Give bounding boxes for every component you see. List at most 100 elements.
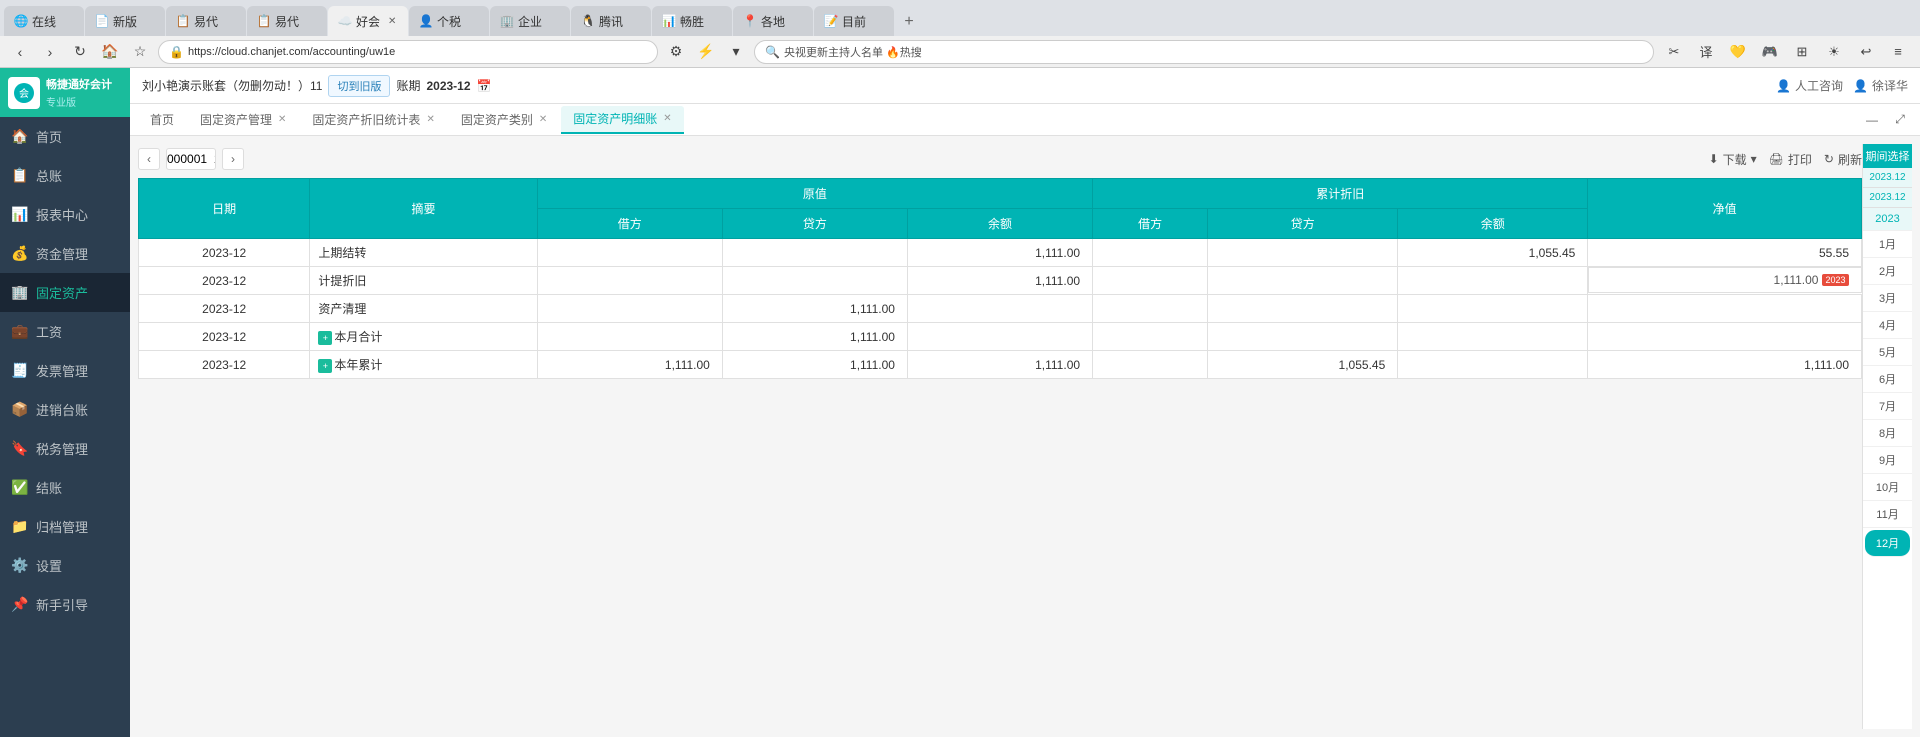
extension-icon[interactable]: ⚙ (664, 40, 688, 64)
period-month-1[interactable]: 1月 (1863, 231, 1912, 258)
table-row: 2023-12 +本年累计 1,111.00 1,111.00 1,111.00… (139, 351, 1862, 379)
minimize-tab-button[interactable]: — (1860, 108, 1884, 132)
sidebar-item-close-period[interactable]: ✅ 结账 (0, 468, 130, 507)
row1-accum-debit (1093, 239, 1208, 267)
invoice-icon: 🧾 (12, 363, 28, 379)
sidebar-item-guide[interactable]: 📌 新手引导 (0, 585, 130, 624)
sidebar-item-home[interactable]: 🏠 首页 (0, 117, 130, 156)
sidebar-item-reports[interactable]: 📊 报表中心 (0, 195, 130, 234)
th-accum-credit: 贷方 (1208, 209, 1398, 239)
tab-icon-muqian: 📝 (824, 14, 838, 28)
table-row: 2023-12 +本月合计 1,111.00 (139, 323, 1862, 351)
sidebar-item-settings[interactable]: ⚙️ 设置 (0, 546, 130, 585)
sidebar-item-payroll[interactable]: 💼 工资 (0, 312, 130, 351)
tab-close-fixed-mgmt[interactable]: ✕ (278, 114, 286, 125)
user-info[interactable]: 👤 徐译华 (1853, 77, 1908, 94)
tab-icon-new: 📄 (95, 14, 109, 28)
menu-icon[interactable]: ≡ (1884, 38, 1912, 66)
tab-close-detail[interactable]: ✕ (663, 113, 671, 124)
next-page-button[interactable]: › (222, 148, 244, 170)
browser-tab-yidai2[interactable]: 📋 易代 (247, 6, 327, 36)
period-month-6[interactable]: 6月 (1863, 366, 1912, 393)
back-button[interactable]: ‹ (8, 40, 32, 64)
table-row: 2023-12 计提折旧 1,111.00 1,111.00 2023 (139, 267, 1862, 295)
tab-fixed-assets-depreciation[interactable]: 固定资产折旧统计表 ✕ (300, 106, 446, 134)
period-month-11[interactable]: 11月 (1863, 501, 1912, 528)
sidebar-item-general-ledger[interactable]: 📋 总账 (0, 156, 130, 195)
sidebar-item-funds[interactable]: 💰 资金管理 (0, 234, 130, 273)
forward-button[interactable]: › (38, 40, 62, 64)
tab-home[interactable]: 首页 (138, 106, 186, 134)
sidebar-item-purchase-sales[interactable]: 📦 进销台账 (0, 390, 130, 429)
browser-tab-new[interactable]: 📄 新版 (85, 6, 165, 36)
translate-icon[interactable]: 译 (1692, 38, 1720, 66)
period-month-7[interactable]: 7月 (1863, 393, 1912, 420)
browser-tab-online[interactable]: 🌐 在线 (4, 6, 84, 36)
period-month-5[interactable]: 5月 (1863, 339, 1912, 366)
browser-tab-yidai1[interactable]: 📋 易代 (166, 6, 246, 36)
period-value: 2023-12 (426, 79, 470, 93)
game-icon[interactable]: 🎮 (1756, 38, 1784, 66)
tab-fixed-assets-detail[interactable]: 固定资产明细账 ✕ (561, 106, 683, 134)
refresh-icon: ↻ (1824, 152, 1834, 166)
undo-icon[interactable]: ↩ (1852, 38, 1880, 66)
sun-icon[interactable]: ☀ (1820, 38, 1848, 66)
wallet-icon[interactable]: 💛 (1724, 38, 1752, 66)
sidebar-item-archive[interactable]: 📁 归档管理 (0, 507, 130, 546)
grid-icon[interactable]: ⊞ (1788, 38, 1816, 66)
period-month-3[interactable]: 3月 (1863, 285, 1912, 312)
download-button[interactable]: ⬇ 下载 ▾ (1709, 151, 1757, 168)
tab-close-depreciation[interactable]: ✕ (426, 114, 434, 125)
browser-tab-gedi[interactable]: 📍 各地 (733, 6, 813, 36)
maximize-tab-button[interactable]: ⤢ (1888, 108, 1912, 132)
flash-icon[interactable]: ⚡ (694, 40, 718, 64)
tab-fixed-assets-mgmt[interactable]: 固定资产管理 ✕ (188, 106, 298, 134)
browser-tab-chang[interactable]: 📊 畅胜 (652, 6, 732, 36)
prev-page-button[interactable]: ‹ (138, 148, 160, 170)
logo-icon: 会 (8, 77, 40, 109)
period-month-2[interactable]: 2月 (1863, 258, 1912, 285)
th-accum-debit: 借方 (1093, 209, 1208, 239)
switch-version-button[interactable]: 切到旧版 (328, 75, 390, 97)
sidebar-item-fixed-assets[interactable]: 🏢 固定资产 (0, 273, 130, 312)
sidebar-item-invoice[interactable]: 🧾 发票管理 (0, 351, 130, 390)
bookmark-button[interactable]: ☆ (128, 40, 152, 64)
reload-button[interactable]: ↻ (68, 40, 92, 64)
row5-accum-balance (1398, 351, 1588, 379)
refresh-button[interactable]: ↻ 刷新 (1824, 151, 1862, 168)
sidebar-item-tax[interactable]: 🔖 税务管理 (0, 429, 130, 468)
tab-actions: — ⤢ (1860, 108, 1912, 132)
row1-orig-credit (722, 239, 907, 267)
tab-fixed-assets-category[interactable]: 固定资产类别 ✕ (449, 106, 559, 134)
period-month-9[interactable]: 9月 (1863, 447, 1912, 474)
address-bar[interactable]: 🔒 https://cloud.chanjet.com/accounting/u… (158, 40, 658, 64)
page-tabs: 首页 固定资产管理 ✕ 固定资产折旧统计表 ✕ 固定资产类别 ✕ 固定资产明细账… (130, 104, 1920, 136)
scissors-icon[interactable]: ✂ (1660, 38, 1688, 66)
support-button[interactable]: 👤 人工咨询 (1776, 77, 1843, 94)
period-selected-end[interactable]: 2023.12 (1863, 188, 1912, 208)
new-tab-button[interactable]: + (895, 8, 923, 36)
row5-accum-debit (1093, 351, 1208, 379)
browser-tab-tengxun[interactable]: 🐧 腾讯 (571, 6, 651, 36)
th-accum-balance: 余额 (1398, 209, 1588, 239)
top-bar-right: 👤 人工咨询 👤 徐译华 (1776, 77, 1908, 94)
period-month-12[interactable]: 12月 (1865, 530, 1910, 557)
page-input[interactable] (166, 148, 216, 170)
browser-tab-qiye[interactable]: 🏢 企业 (490, 6, 570, 36)
tab-icon-chang: 📊 (662, 14, 676, 28)
tab-close-category[interactable]: ✕ (539, 114, 547, 125)
period-selected-start[interactable]: 2023.12 (1863, 168, 1912, 188)
search-bar[interactable]: 🔍 央视更新主持人名单 🔥热搜 (754, 40, 1654, 64)
print-button[interactable]: 🖨 打印 (1769, 151, 1812, 168)
period-month-4[interactable]: 4月 (1863, 312, 1912, 339)
browser-tab-geshui[interactable]: 👤 个税 (409, 6, 489, 36)
browser-tab-haokuai[interactable]: ☁️ 好会 ✕ (328, 6, 408, 36)
period-month-10[interactable]: 10月 (1863, 474, 1912, 501)
row2-date: 2023-12 (139, 267, 310, 295)
tab-close-haokuai[interactable]: ✕ (388, 16, 396, 27)
period-month-8[interactable]: 8月 (1863, 420, 1912, 447)
dropdown-btn[interactable]: ▾ (724, 40, 748, 64)
browser-tab-muqian[interactable]: 📝 目前 (814, 6, 894, 36)
home-button[interactable]: 🏠 (98, 40, 122, 64)
period-year[interactable]: 2023 (1863, 208, 1912, 231)
